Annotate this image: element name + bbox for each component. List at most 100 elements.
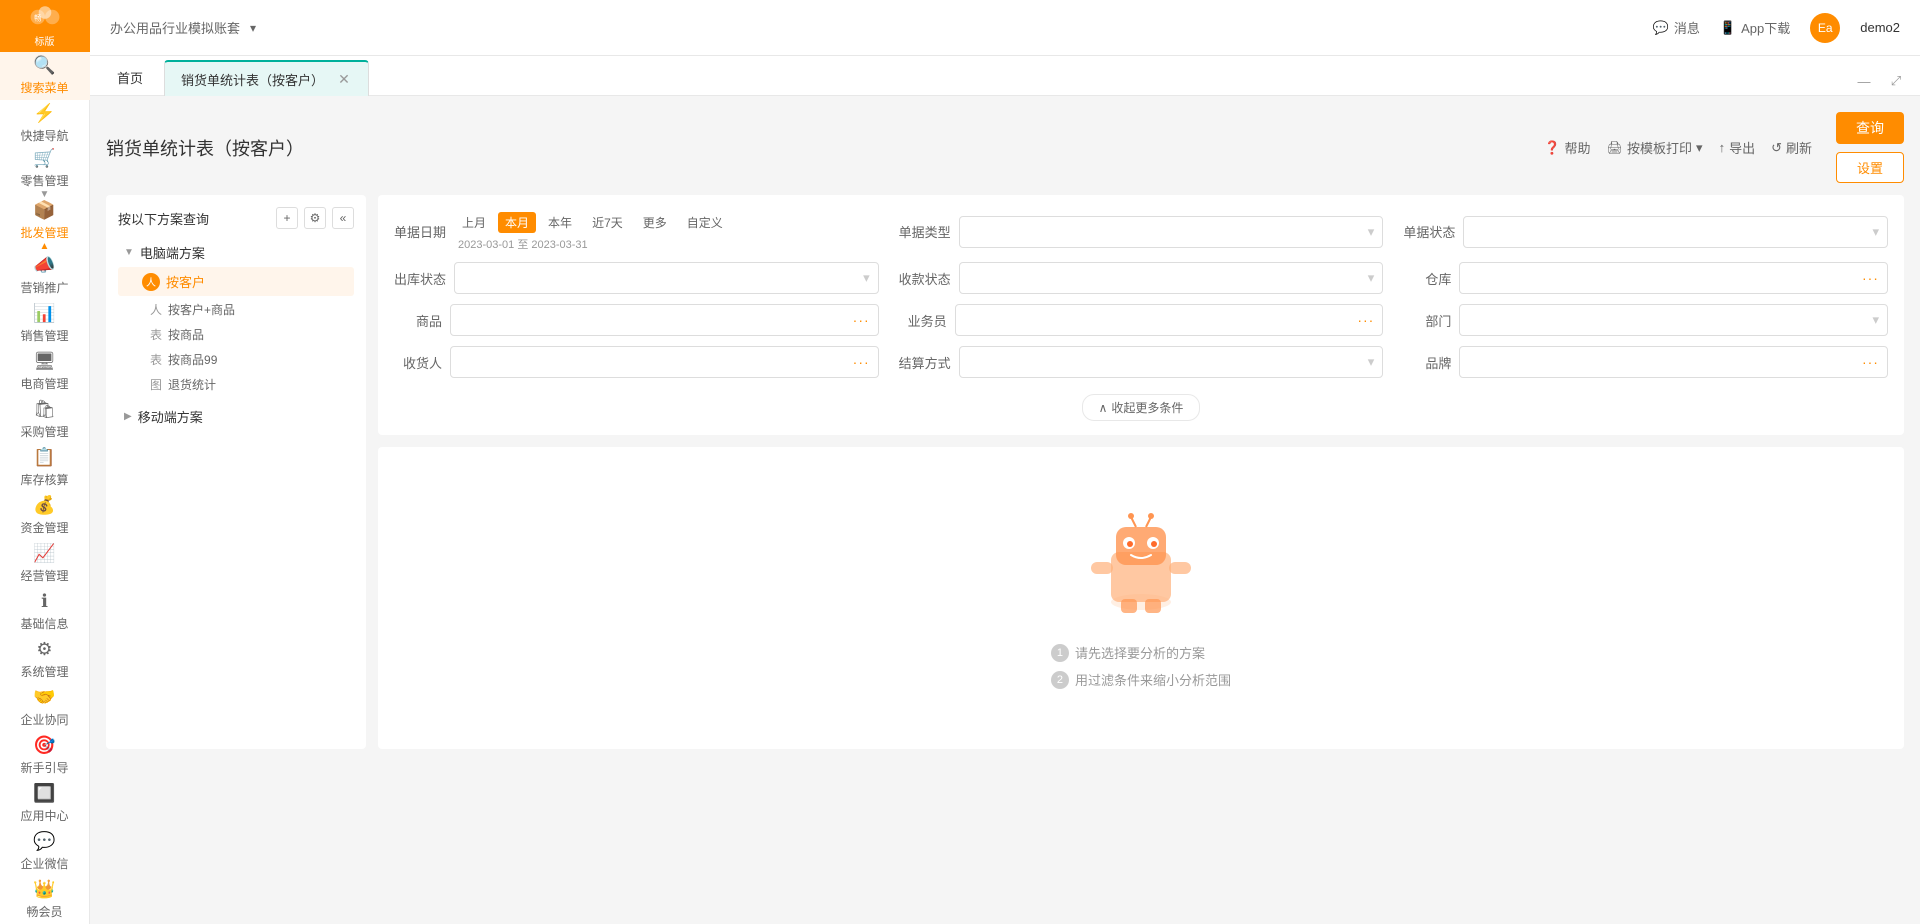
page-content: 销货单统计表（按客户） ❓ 帮助 🖨 按模板打印 ▾ ↑ 导出 ↺ 刷新 [90, 96, 1920, 924]
scheme-settings-button[interactable]: ⚙ [304, 207, 326, 229]
sidebar-item-newuser[interactable]: 🎯 新手引导 [0, 732, 90, 780]
settings-button[interactable]: 设置 [1836, 152, 1904, 183]
sidebar-item-inventory[interactable]: 📋 库存核算 [0, 444, 90, 492]
date-last-month[interactable]: 上月 [454, 211, 494, 234]
filter-row-2: 出库状态 ▾ 收款状态 ▾ [394, 262, 1888, 294]
sidebar-item-label: 搜索菜单 [20, 79, 68, 96]
sidebar-item-marketing[interactable]: 📣 营销推广 [0, 252, 90, 300]
app-download-action[interactable]: 📱 App下载 [1720, 18, 1790, 37]
goods-select[interactable]: ··· [450, 304, 879, 336]
inventory-icon: 📋 [33, 447, 55, 468]
finance-icon: 💰 [33, 495, 55, 516]
scheme-subitem-return[interactable]: 图 退货统计 [118, 372, 354, 397]
collapse-button[interactable]: ∧ 收起更多条件 [1082, 394, 1201, 421]
tab-close-button[interactable]: ✕ [336, 71, 352, 87]
sidebar-item-finance[interactable]: 💰 资金管理 [0, 492, 90, 540]
user-avatar[interactable]: Ea [1810, 13, 1840, 43]
refresh-icon: ↺ [1771, 140, 1782, 156]
staff-select[interactable]: ··· [955, 304, 1384, 336]
mobile-group-arrow: ▶ [124, 411, 132, 422]
sidebar-item-label: 系统管理 [20, 663, 68, 680]
print-arrow: ▾ [1696, 140, 1703, 156]
goods-label: 商品 [394, 311, 442, 330]
brand-select[interactable]: ··· [1459, 346, 1888, 378]
sidebar-item-member[interactable]: 👑 畅会员 [0, 876, 90, 924]
tab-home[interactable]: 首页 [100, 59, 160, 95]
date-this-year[interactable]: 本年 [540, 211, 580, 234]
sidebar-item-wechat[interactable]: 💬 企业微信 [0, 828, 90, 876]
staff-dots: ··· [1357, 312, 1374, 328]
page-title: 销货单统计表（按客户） [106, 135, 304, 161]
settlement-select[interactable]: ▾ [959, 346, 1384, 378]
sidebar-item-basic[interactable]: ℹ 基础信息 [0, 588, 90, 636]
payment-chevron: ▾ [1368, 270, 1375, 286]
sidebar-item-label: 电商管理 [20, 375, 68, 392]
template-print-button[interactable]: 🖨 按模板打印 ▾ [1607, 138, 1703, 157]
refresh-label: 刷新 [1786, 138, 1812, 157]
retail-icon: 🛒 [33, 148, 55, 169]
app-download-icon: 📱 [1720, 20, 1736, 36]
status-select[interactable]: ▾ [1463, 216, 1888, 248]
maximize-button[interactable]: ⤢ [1882, 67, 1910, 95]
scheme-subitem-goods99[interactable]: 表 按商品99 [118, 347, 354, 372]
scheme-collapse-button[interactable]: « [332, 207, 354, 229]
sidebar-item-label: 销售管理 [20, 327, 68, 344]
sidebar-item-ecommerce[interactable]: 🖥 电商管理 [0, 348, 90, 396]
dropdown-arrow[interactable]: ▾ [250, 21, 256, 35]
receiver-select[interactable]: ··· [450, 346, 879, 378]
scheme-subitem-customer-goods[interactable]: 人 按客户+商品 [118, 297, 354, 322]
sidebar-item-retail[interactable]: 🛒 零售管理 ▼ [0, 148, 90, 200]
sidebar-item-search[interactable]: 🔍 搜索菜单 [0, 52, 90, 100]
print-label: 按模板打印 [1627, 138, 1692, 157]
warehouse-filter-item: 仓库 ··· [1403, 262, 1888, 294]
app-logo[interactable]: 畅 标版 [0, 0, 90, 52]
sidebar-item-label: 经营管理 [20, 567, 68, 584]
sidebar-item-label: 应用中心 [20, 807, 68, 824]
goods99-label: 按商品99 [168, 351, 217, 368]
ecommerce-icon: 🖥 [33, 351, 56, 372]
search-icon: 🔍 [33, 55, 55, 76]
dept-chevron: ▾ [1872, 312, 1879, 328]
sidebar-item-apps[interactable]: 🔲 应用中心 [0, 780, 90, 828]
tab-sales-report[interactable]: 销货单统计表（按客户） ✕ [164, 60, 369, 96]
goods-dots: ··· [853, 312, 870, 328]
sidebar-item-operations[interactable]: 📈 经营管理 [0, 540, 90, 588]
member-icon: 👑 [33, 879, 55, 900]
header-left: 办公用品行业模拟账套 ▾ [110, 18, 256, 37]
scheme-group-pc-title[interactable]: ▼ 电脑端方案 [118, 239, 354, 266]
sidebar-item-purchase[interactable]: 🛍 采购管理 [0, 396, 90, 444]
svg-text:畅: 畅 [34, 14, 41, 23]
by-goods-icon: 表 [150, 326, 162, 343]
scheme-subitem-by-goods[interactable]: 表 按商品 [118, 322, 354, 347]
export-button[interactable]: ↑ 导出 [1719, 138, 1756, 157]
main-area: 办公用品行业模拟账套 ▾ 💬 消息 📱 App下载 Ea demo2 首页 销货… [90, 0, 1920, 924]
goods99-icon: 表 [150, 351, 162, 368]
sidebar-item-enterprise[interactable]: 🤝 企业协同 [0, 684, 90, 732]
sidebar-item-system[interactable]: ⚙ 系统管理 [0, 636, 90, 684]
status-filter-item: 单据状态 ▾ [1403, 211, 1888, 252]
query-button[interactable]: 查询 [1836, 112, 1904, 144]
date-this-month[interactable]: 本月 [498, 212, 536, 233]
payment-select[interactable]: ▾ [959, 262, 1384, 294]
refresh-button[interactable]: ↺ 刷新 [1771, 138, 1812, 157]
dept-select[interactable]: ▾ [1459, 304, 1888, 336]
tip-num-2: 2 [1051, 671, 1069, 689]
date-last-7[interactable]: 近7天 [584, 211, 631, 234]
help-button[interactable]: ❓ 帮助 [1544, 138, 1590, 157]
date-controls: 上月 本月 本年 近7天 更多 自定义 2023-03-01 至 2023-03… [454, 211, 879, 252]
scheme-group-mobile-title[interactable]: ▶ 移动端方案 [118, 403, 354, 430]
date-custom[interactable]: 自定义 [679, 211, 731, 234]
sidebar-item-wholesale[interactable]: 📦 批发管理 ▲ [0, 200, 90, 252]
sidebar-item-quicknav[interactable]: ⚡ 快捷导航 [0, 100, 90, 148]
return-icon: 图 [150, 376, 162, 393]
print-icon: 🖨 [1607, 140, 1624, 156]
warehouse-select[interactable]: ··· [1459, 262, 1888, 294]
type-select[interactable]: ▾ [959, 216, 1384, 248]
message-action[interactable]: 💬 消息 [1653, 18, 1700, 37]
scheme-add-button[interactable]: + [276, 207, 298, 229]
date-more[interactable]: 更多 [635, 211, 675, 234]
sidebar-item-sales[interactable]: 📊 销售管理 [0, 300, 90, 348]
outbound-select[interactable]: ▾ [454, 262, 879, 294]
minimize-button[interactable]: — [1850, 67, 1878, 95]
scheme-item-by-customer[interactable]: 人 按客户 [118, 267, 354, 296]
